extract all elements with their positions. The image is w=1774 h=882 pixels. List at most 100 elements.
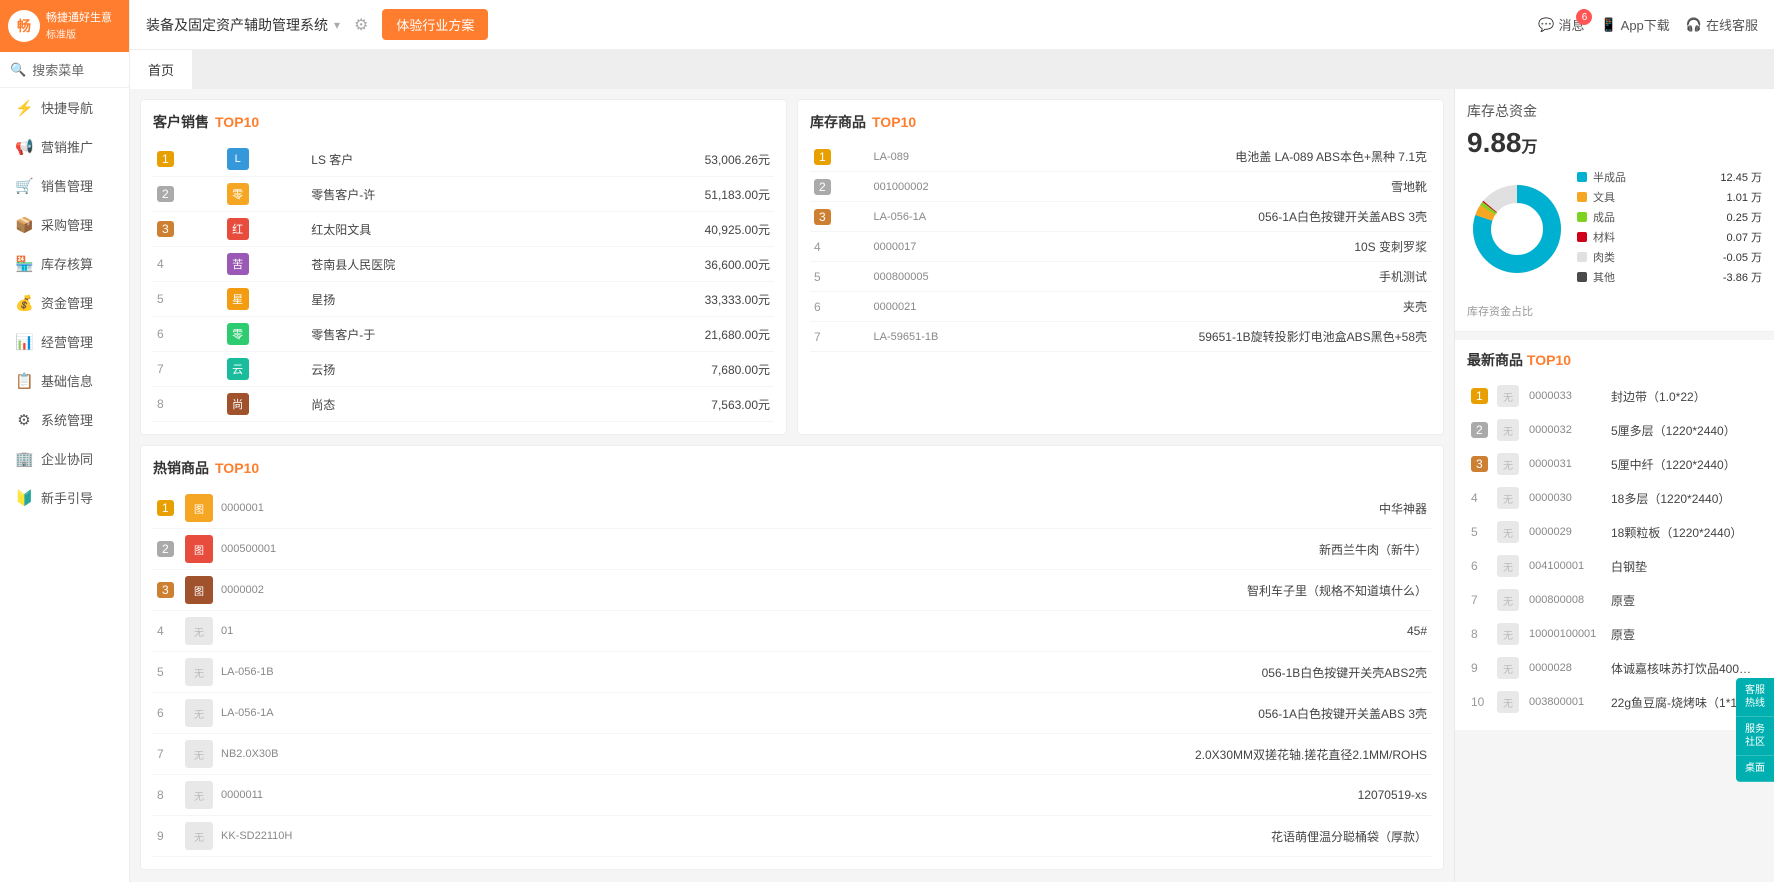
- legend-item: 其他 -3.86 万: [1577, 269, 1762, 285]
- image-cell: 图: [181, 570, 217, 611]
- newest-products-section: 最新商品 TOP10 1 无 0000033 封边带（1.0*22） 2 无 0…: [1455, 340, 1774, 730]
- inventory-product-top10-title: 库存商品 TOP10: [810, 112, 1431, 132]
- newest-products-table: 1 无 0000033 封边带（1.0*22） 2 无 0000032 5厘多层…: [1467, 378, 1762, 720]
- inventory-title: 库存总资金: [1467, 101, 1762, 121]
- online-service-button[interactable]: 🎧 在线客服: [1686, 15, 1758, 34]
- rp-inventory: 库存总资金 9.88万: [1455, 89, 1774, 332]
- tab-home[interactable]: 首页: [130, 50, 192, 89]
- sidebar-item-operation[interactable]: 📊 经营管理: [0, 322, 129, 361]
- float-desktop[interactable]: 桌面: [1736, 756, 1774, 782]
- sidebar-item-sales[interactable]: 🛒 销售管理: [0, 166, 129, 205]
- legend-item: 材料 0.07 万: [1577, 229, 1762, 245]
- code-cell: 0000028: [1527, 652, 1607, 684]
- content-body: 客户销售 TOP10 1 L LS 客户 53,006.26元 2 零 零售客户…: [130, 89, 1774, 882]
- sidebar-item-basic[interactable]: 📋 基础信息: [0, 361, 129, 400]
- logo-sub: 标准版: [46, 26, 112, 41]
- nav-label-sales: 销售管理: [41, 176, 93, 195]
- nav-icon-marketing: 📢: [15, 138, 33, 156]
- rank-cell: 8: [1469, 618, 1493, 650]
- table-row: 5 无 LA-056-1B 056-1B白色按键开关壳ABS2壳: [153, 652, 1431, 693]
- topbar-right: 💬 消息 6 📱 App下载 🎧 在线客服: [1538, 15, 1758, 34]
- name-cell: 智利车子里（规格不知道填什么）: [307, 570, 1431, 611]
- sidebar-logo: 畅 畅捷通好生意 标准版: [0, 0, 129, 52]
- code-cell: 0000011: [217, 775, 307, 816]
- table-row: 7 无 NB2.0X30B 2.0X30MM双搓花轴.搓花直径2.1MM/ROH…: [153, 734, 1431, 775]
- rank-cell: 2: [153, 529, 181, 570]
- app-download-button[interactable]: 📱 App下载: [1600, 15, 1669, 34]
- avatar-cell: 尚: [223, 387, 308, 422]
- nav-icon-guide: 🔰: [15, 489, 33, 507]
- table-row: 9 无 0000028 体诚嘉核味苏打饮品400毫升（1*15）: [1469, 652, 1760, 684]
- table-row: 2 零 零售客户-许 51,183.00元: [153, 177, 774, 212]
- trial-button[interactable]: 体验行业方案: [382, 9, 488, 40]
- legend-color: [1577, 232, 1587, 242]
- sidebar-item-purchase[interactable]: 📦 采购管理: [0, 205, 129, 244]
- legend-color: [1577, 172, 1587, 182]
- table-row: 6 零 零售客户-于 21,680.00元: [153, 317, 774, 352]
- code-cell: 0000029: [1527, 516, 1607, 548]
- sidebar-item-guide[interactable]: 🔰 新手引导: [0, 478, 129, 517]
- sidebar-item-marketing[interactable]: 📢 营销推广: [0, 127, 129, 166]
- rank-cell: 7: [810, 322, 870, 352]
- name-cell: 花语萌俚温分聪桶袋（厚款）: [307, 816, 1431, 857]
- rank-cell: 6: [153, 693, 181, 734]
- table-row: 8 尚 尚态 7,563.00元: [153, 387, 774, 422]
- name-cell: 45#: [307, 611, 1431, 652]
- rank-cell: 1: [810, 142, 870, 172]
- message-button[interactable]: 💬 消息 6: [1538, 15, 1584, 34]
- nav-icon-operation: 📊: [15, 333, 33, 351]
- rank-cell: 6: [810, 292, 870, 322]
- rank-cell: 5: [810, 262, 870, 292]
- avatar-cell: 无: [1495, 686, 1525, 718]
- nav-label-marketing: 营销推广: [41, 137, 93, 156]
- rank-cell: 1: [1469, 380, 1493, 412]
- message-badge: 6: [1576, 9, 1592, 25]
- avatar-cell: 零: [223, 317, 308, 352]
- code-cell: 004100001: [1527, 550, 1607, 582]
- customer-top10-label: TOP10: [215, 114, 259, 130]
- gear-icon[interactable]: ⚙: [350, 11, 372, 39]
- name-cell: 原壹: [1609, 584, 1760, 616]
- legend-value: 12.45 万: [1720, 169, 1762, 185]
- legend-name: 肉类: [1593, 249, 1615, 265]
- rank-cell: 7: [153, 734, 181, 775]
- name-cell: LS 客户: [307, 142, 567, 177]
- legend-color: [1577, 272, 1587, 282]
- rank-cell: 6: [1469, 550, 1493, 582]
- code-cell: LA-089: [870, 142, 1046, 172]
- rank-cell: 6: [153, 317, 223, 352]
- table-row: 8 无 10000100001 原壹: [1469, 618, 1760, 650]
- nav-icon-basic: 📋: [15, 372, 33, 390]
- table-row: 10 无 003800001 22g鱼豆腐-烧烤味（1*12*20）: [1469, 686, 1760, 718]
- name-cell: 056-1B白色按键开关壳ABS2壳: [307, 652, 1431, 693]
- rank-cell: 5: [153, 282, 223, 317]
- sidebar-item-inventory[interactable]: 🏪 库存核算: [0, 244, 129, 283]
- code-cell: LA-056-1B: [217, 652, 307, 693]
- sidebar-item-finance[interactable]: 💰 资金管理: [0, 283, 129, 322]
- rank-cell: 8: [153, 387, 223, 422]
- table-row: 9 无 KK-SD22110H 花语萌俚温分聪桶袋（厚款）: [153, 816, 1431, 857]
- name-cell: 056-1A白色按键开关盖ABS 3壳: [307, 693, 1431, 734]
- rank-cell: 4: [153, 611, 181, 652]
- legend-item: 半成品 12.45 万: [1577, 169, 1762, 185]
- name-cell: 新西兰牛肉（新牛）: [307, 529, 1431, 570]
- image-cell: 无: [181, 652, 217, 693]
- float-customer-service[interactable]: 客服 热线: [1736, 678, 1774, 717]
- sidebar-item-quick-nav[interactable]: ⚡ 快捷导航: [0, 88, 129, 127]
- float-service-community[interactable]: 服务 社区: [1736, 717, 1774, 756]
- code-cell: 0000031: [1527, 448, 1607, 480]
- avatar-cell: 无: [1495, 618, 1525, 650]
- logo-text: 畅捷通好生意: [46, 11, 112, 25]
- sidebar-item-system[interactable]: ⚙ 系统管理: [0, 400, 129, 439]
- name-cell: 夹壳: [1045, 292, 1431, 322]
- amount-cell: 51,183.00元: [567, 177, 774, 212]
- sidebar-item-enterprise[interactable]: 🏢 企业协同: [0, 439, 129, 478]
- search-menu-label: 搜索菜单: [32, 60, 84, 79]
- legend-item: 文具 1.01 万: [1577, 189, 1762, 205]
- hot-sales-card: 热销商品 TOP10 1 图 0000001 中华神器 2 图 00050000…: [140, 445, 1444, 870]
- center-area: 客户销售 TOP10 1 L LS 客户 53,006.26元 2 零 零售客户…: [130, 89, 1454, 882]
- name-cell: 苍南县人民医院: [307, 247, 567, 282]
- table-row: 2 图 000500001 新西兰牛肉（新牛）: [153, 529, 1431, 570]
- avatar-cell: 无: [1495, 448, 1525, 480]
- search-menu[interactable]: 🔍 搜索菜单: [0, 52, 129, 88]
